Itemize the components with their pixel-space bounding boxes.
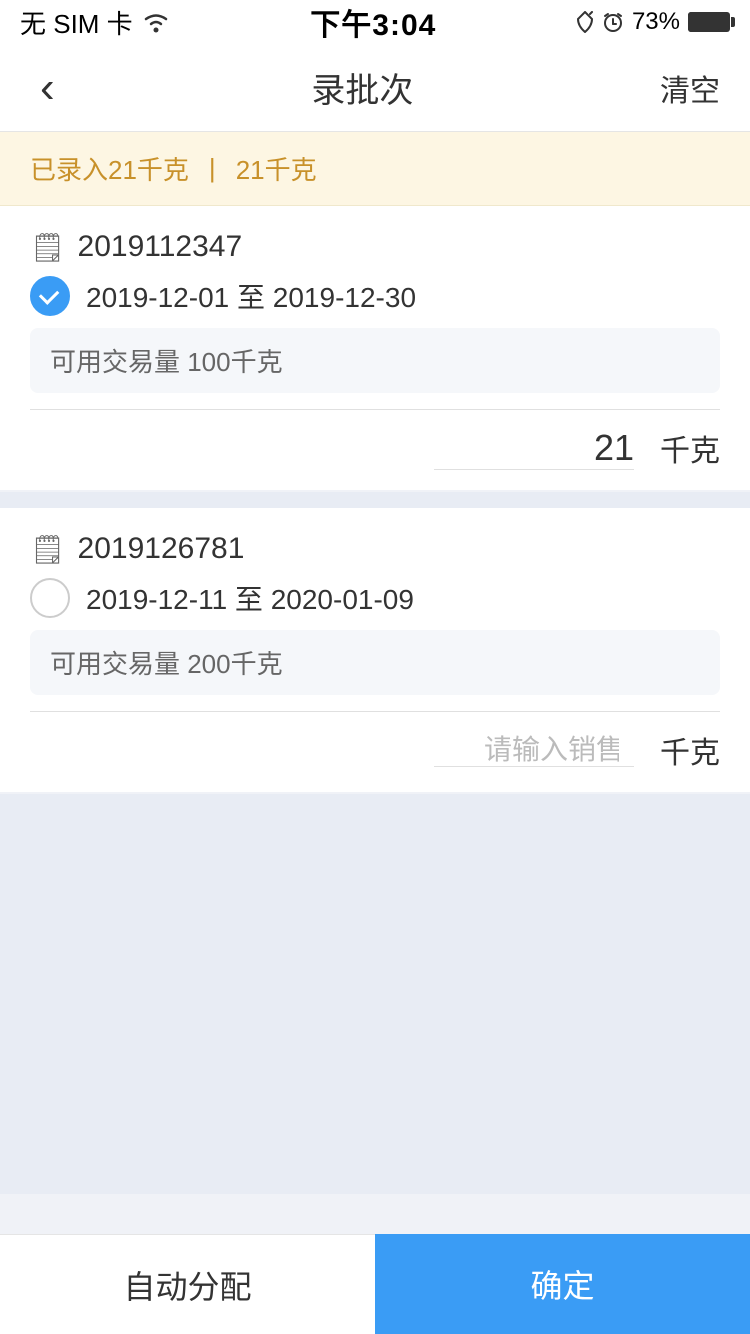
- auto-distribute-button[interactable]: 自动分配: [0, 1234, 375, 1334]
- page-title: 录批次: [311, 63, 413, 112]
- batch-available-2: 可用交易量 200千克: [30, 630, 720, 695]
- recorded-label: 已录入21千克: [30, 150, 189, 187]
- batch-icon-2: 🗒: [30, 533, 66, 566]
- carrier-text: 无 SIM 卡: [20, 4, 133, 41]
- section-divider: [0, 492, 750, 508]
- total-label: 21千克: [236, 150, 317, 187]
- nav-bar: ‹ 录批次 清空: [0, 44, 750, 132]
- page-content: 🗒 2019112347 2019-12-01 至 2019-12-30 可用交…: [0, 206, 750, 1294]
- location-icon: [576, 11, 594, 33]
- quantity-unit-1: 千克: [660, 426, 720, 470]
- quantity-value-1: 21: [594, 427, 634, 469]
- info-divider: |: [209, 153, 216, 184]
- battery-percent: 73%: [632, 8, 680, 36]
- gray-fill-area: [0, 794, 750, 1194]
- batch-icon-1: 🗒: [30, 231, 66, 264]
- batch-date-row-1: 2019-12-01 至 2019-12-30: [0, 276, 750, 328]
- batch-id-1: 2019112347: [78, 230, 243, 264]
- batch-card-1: 🗒 2019112347 2019-12-01 至 2019-12-30 可用交…: [0, 206, 750, 490]
- radio-batch-2[interactable]: [30, 578, 70, 618]
- wifi-icon: [141, 11, 171, 33]
- confirm-button[interactable]: 确定: [375, 1234, 750, 1334]
- bottom-buttons: 自动分配 确定: [0, 1234, 750, 1334]
- quantity-row-1: 21 千克: [0, 410, 750, 490]
- batch-card-2: 🗒 2019126781 2019-12-11 至 2020-01-09 可用交…: [0, 508, 750, 792]
- radio-batch-1[interactable]: [30, 276, 70, 316]
- status-time: 下午3:04: [310, 0, 436, 44]
- batch-id-2: 2019126781: [78, 532, 245, 566]
- batch-available-1: 可用交易量 100千克: [30, 328, 720, 393]
- clear-button[interactable]: 清空: [660, 66, 720, 110]
- batch-date-row-2: 2019-12-11 至 2020-01-09: [0, 578, 750, 630]
- status-bar: 无 SIM 卡 下午3:04 73%: [0, 0, 750, 44]
- quantity-row-2: 千克: [0, 712, 750, 792]
- batch-header-2: 🗒 2019126781: [0, 508, 750, 578]
- status-icons: 73%: [576, 8, 730, 36]
- batch-date-1: 2019-12-01 至 2019-12-30: [86, 276, 416, 316]
- alarm-icon: [602, 11, 624, 33]
- batch-header-1: 🗒 2019112347: [0, 206, 750, 276]
- back-button[interactable]: ‹: [30, 53, 65, 123]
- quantity-underline-1: 21: [434, 427, 634, 470]
- batch-date-2: 2019-12-11 至 2020-01-09: [86, 578, 414, 618]
- battery-icon: [688, 12, 730, 32]
- info-banner: 已录入21千克 | 21千克: [0, 132, 750, 206]
- quantity-underline-2[interactable]: [434, 734, 634, 767]
- quantity-input-2[interactable]: [484, 734, 634, 766]
- quantity-unit-2: 千克: [660, 728, 720, 772]
- status-carrier: 无 SIM 卡: [20, 4, 171, 41]
